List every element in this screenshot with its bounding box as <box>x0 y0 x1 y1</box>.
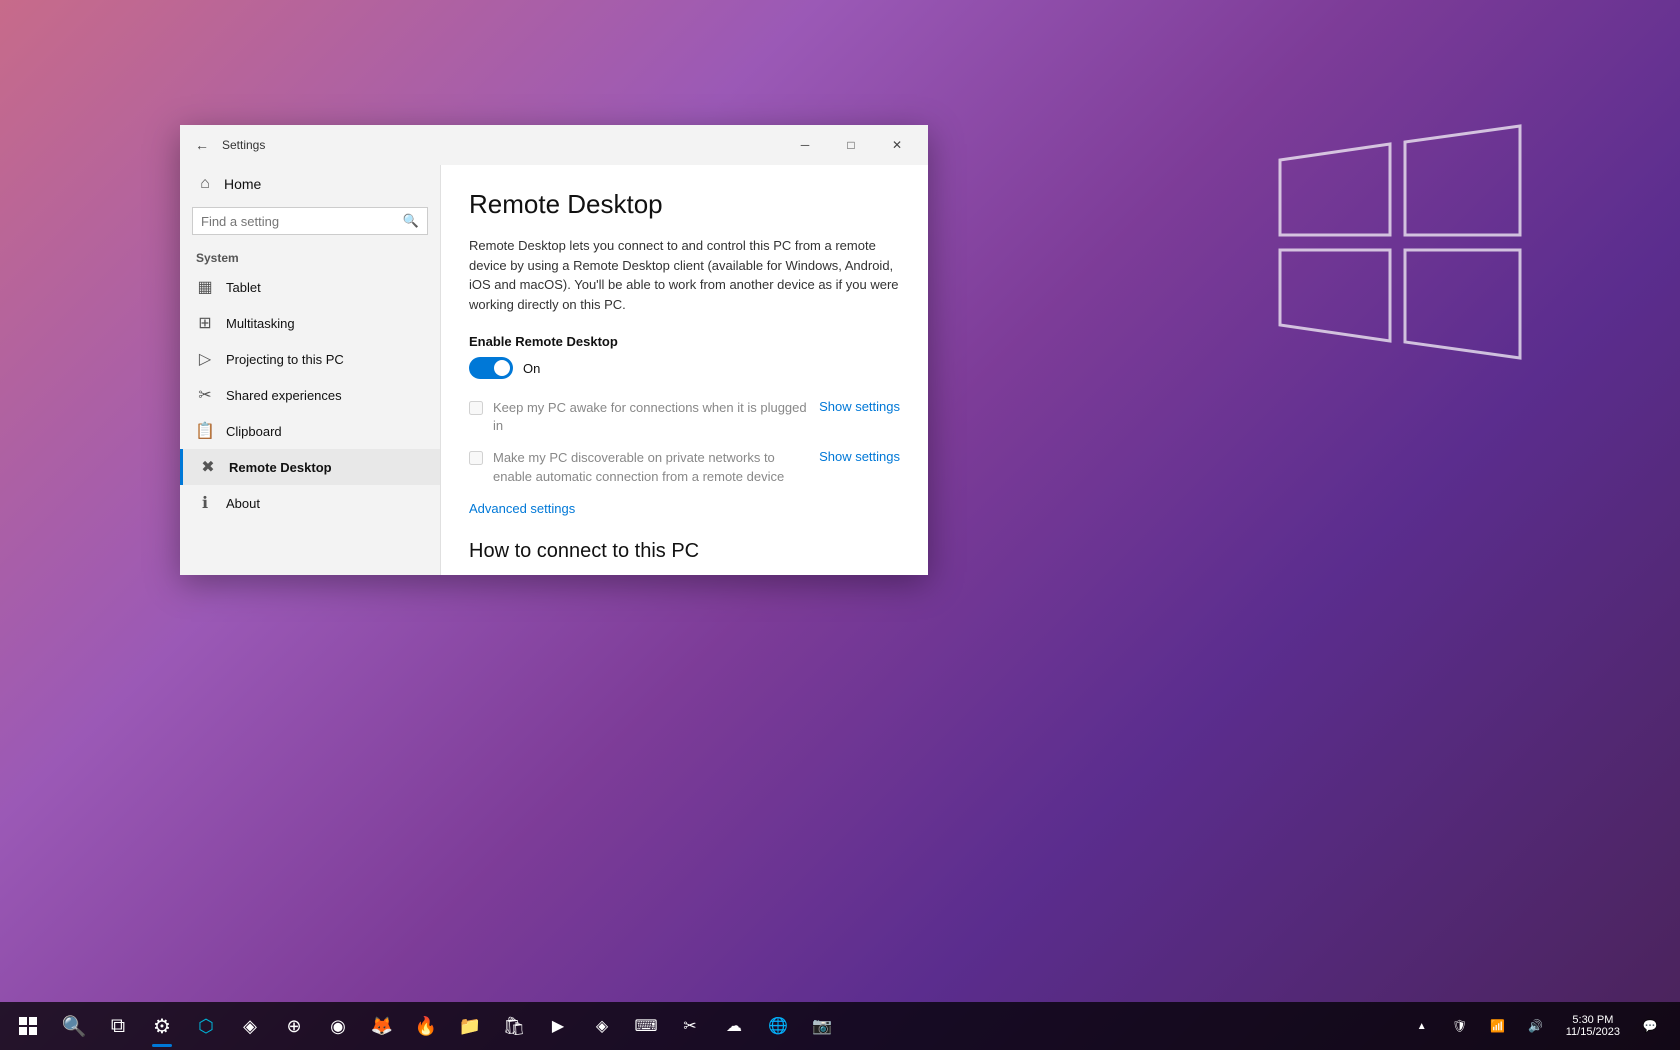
enable-remote-desktop-toggle[interactable] <box>469 357 513 379</box>
clock-time: 5:30 PM <box>1572 1014 1613 1026</box>
maximize-button[interactable]: □ <box>828 129 874 161</box>
sidebar-item-remote-desktop[interactable]: ✖ Remote Desktop <box>180 449 440 485</box>
clock-date: 11/15/2023 <box>1566 1026 1620 1038</box>
discoverable-row: Make my PC discoverable on private netwo… <box>469 449 900 485</box>
sidebar: ⌂ Home 🔍 System ▦ Tablet ⊞ Multitasking … <box>180 165 440 575</box>
home-icon: ⌂ <box>196 175 214 193</box>
sidebar-item-projecting[interactable]: ▷ Projecting to this PC <box>180 341 440 377</box>
taskbar-terminal[interactable]: ⌨ <box>624 1002 668 1050</box>
remote-label: Remote Desktop <box>229 460 332 475</box>
settings-window: ← Settings ─ □ ✕ ⌂ Home 🔍 System ▦ Table… <box>180 125 928 575</box>
clipboard-icon: 📋 <box>196 422 214 440</box>
show-settings-link-2[interactable]: Show settings <box>819 449 900 464</box>
discoverable-text: Make my PC discoverable on private netwo… <box>493 449 811 485</box>
taskbar-settings-app[interactable]: ⚙ <box>140 1002 184 1050</box>
taskbar-chrome[interactable]: ⊕ <box>272 1002 316 1050</box>
taskbar-edge[interactable]: ⬡ <box>184 1002 228 1050</box>
taskbar-app9[interactable]: 🌐 <box>756 1002 800 1050</box>
taskbar-firefox[interactable]: 🦊 <box>360 1002 404 1050</box>
about-icon: ℹ <box>196 494 214 512</box>
sidebar-item-multitasking[interactable]: ⊞ Multitasking <box>180 305 440 341</box>
section-label: System <box>180 243 440 269</box>
tablet-label: Tablet <box>226 280 261 295</box>
taskbar-firefox2[interactable]: 🔥 <box>404 1002 448 1050</box>
taskbar-chevron[interactable]: ▲ <box>1404 1002 1440 1050</box>
close-button[interactable]: ✕ <box>874 129 920 161</box>
shared-label: Shared experiences <box>226 388 342 403</box>
multitasking-label: Multitasking <box>226 316 295 331</box>
taskbar-wifi[interactable]: 📶 <box>1480 1002 1516 1050</box>
taskbar-explorer[interactable]: 📁 <box>448 1002 492 1050</box>
sidebar-item-shared-experiences[interactable]: ✂ Shared experiences <box>180 377 440 413</box>
main-area: ⌂ Home 🔍 System ▦ Tablet ⊞ Multitasking … <box>180 165 928 575</box>
title-bar: ← Settings ─ □ ✕ <box>180 125 928 165</box>
home-label: Home <box>224 176 261 192</box>
taskbar-app10[interactable]: 📷 <box>800 1002 844 1050</box>
keep-awake-row: Keep my PC awake for connections when it… <box>469 399 900 435</box>
search-box: 🔍 <box>192 207 428 235</box>
search-input[interactable] <box>193 209 395 234</box>
taskbar-search[interactable]: 🔍 <box>52 1002 96 1050</box>
taskbar-task-view[interactable]: ⧉ <box>96 1002 140 1050</box>
sidebar-item-about[interactable]: ℹ About <box>180 485 440 521</box>
multitasking-icon: ⊞ <box>196 314 214 332</box>
sidebar-item-clipboard[interactable]: 📋 Clipboard <box>180 413 440 449</box>
taskbar-store[interactable]: 🛍 <box>492 1002 536 1050</box>
minimize-button[interactable]: ─ <box>782 129 828 161</box>
search-button[interactable]: 🔍 <box>395 208 427 234</box>
sidebar-item-tablet[interactable]: ▦ Tablet <box>180 269 440 305</box>
taskbar-app6[interactable]: ◈ <box>580 1002 624 1050</box>
description-text: Remote Desktop lets you connect to and c… <box>469 236 900 314</box>
keep-awake-checkbox[interactable] <box>469 401 483 415</box>
tablet-icon: ▦ <box>196 278 214 296</box>
taskbar-clock[interactable]: 5:30 PM 11/15/2023 <box>1556 1002 1630 1050</box>
window-controls: ─ □ ✕ <box>782 129 920 161</box>
window-title: Settings <box>222 138 782 152</box>
show-settings-link-1[interactable]: Show settings <box>819 399 900 414</box>
about-label: About <box>226 496 260 511</box>
how-to-desc: Use this PC name to connect from your re… <box>469 573 900 575</box>
start-button[interactable] <box>4 1002 52 1050</box>
taskbar-right-area: ▲ 🛡 📶 🔊 5:30 PM 11/15/2023 💬 <box>1404 1002 1676 1050</box>
shared-icon: ✂ <box>196 386 214 404</box>
page-title: Remote Desktop <box>469 189 900 220</box>
projecting-icon: ▷ <box>196 350 214 368</box>
toggle-label: Enable Remote Desktop <box>469 334 900 349</box>
clipboard-label: Clipboard <box>226 424 282 439</box>
taskbar-notification[interactable]: 💬 <box>1632 1002 1668 1050</box>
back-button[interactable]: ← <box>188 131 216 159</box>
taskbar-capture[interactable]: ✂ <box>668 1002 712 1050</box>
taskbar-network[interactable]: 🛡 <box>1442 1002 1478 1050</box>
discoverable-checkbox[interactable] <box>469 451 483 465</box>
taskbar-edge-dev[interactable]: ◈ <box>228 1002 272 1050</box>
taskbar: 🔍 ⧉ ⚙ ⬡ ◈ ⊕ ◉ 🦊 🔥 📁 🛍 ▶ ◈ ⌨ ✂ ☁ 🌐 📷 ▲ 🛡 … <box>0 1002 1680 1050</box>
discoverable-inner: Make my PC discoverable on private netwo… <box>493 449 900 485</box>
taskbar-speaker[interactable]: 🔊 <box>1518 1002 1554 1050</box>
taskbar-app8[interactable]: ☁ <box>712 1002 756 1050</box>
content-panel: Remote Desktop Remote Desktop lets you c… <box>440 165 928 575</box>
how-to-title: How to connect to this PC <box>469 540 900 563</box>
taskbar-powershell[interactable]: ▶ <box>536 1002 580 1050</box>
toggle-state-label: On <box>523 361 540 376</box>
advanced-settings-link[interactable]: Advanced settings <box>469 501 575 516</box>
projecting-label: Projecting to this PC <box>226 352 344 367</box>
sidebar-item-home[interactable]: ⌂ Home <box>180 165 440 203</box>
windows-start-icon <box>19 1017 37 1035</box>
windows-logo-watermark <box>1260 100 1540 380</box>
toggle-row: On <box>469 357 900 379</box>
remote-desktop-icon: ✖ <box>199 458 217 476</box>
taskbar-chrome2[interactable]: ◉ <box>316 1002 360 1050</box>
keep-awake-text: Keep my PC awake for connections when it… <box>493 399 811 435</box>
keep-awake-inner: Keep my PC awake for connections when it… <box>493 399 900 435</box>
